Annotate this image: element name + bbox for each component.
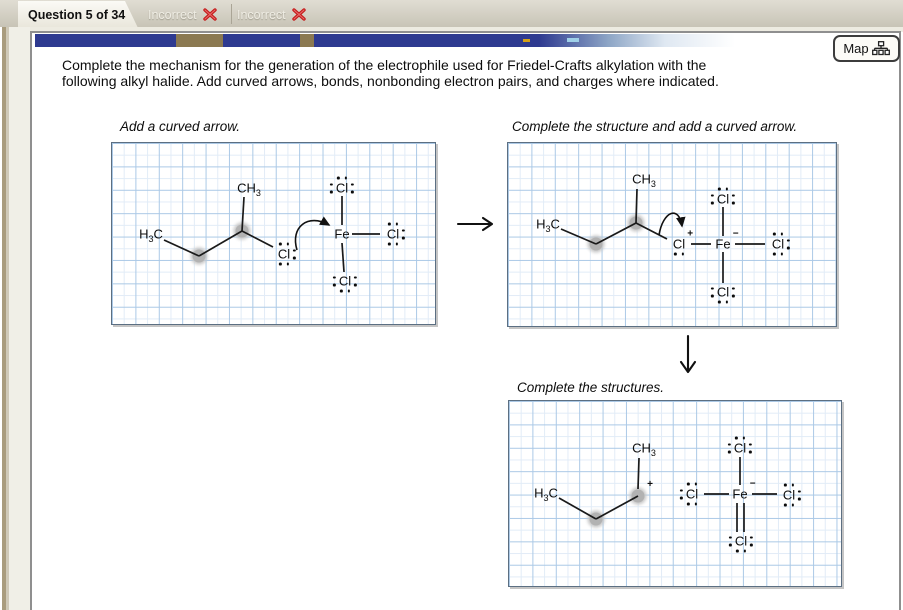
electron-dot-pair bbox=[687, 482, 697, 486]
map-button-label: Map bbox=[843, 41, 869, 56]
drawing-canvas-right[interactable]: H3C CH3 Cl + Fe − Cl Cl Cl bbox=[507, 142, 837, 327]
sitemap-icon bbox=[871, 41, 890, 56]
atom-label-fe-anion[interactable]: Fe − bbox=[715, 229, 738, 251]
atom-label-h3c[interactable]: H3C bbox=[536, 218, 560, 234]
atom-label-ch3[interactable]: CH3 bbox=[632, 442, 656, 458]
atom-label-cl[interactable]: Cl bbox=[710, 286, 735, 304]
toolbar-segment bbox=[300, 34, 314, 47]
atom-label-ch3[interactable]: CH3 bbox=[237, 182, 261, 198]
electron-dot-pair bbox=[337, 176, 347, 180]
atom-label-cl[interactable]: Cl bbox=[387, 222, 405, 246]
atom-label-cl[interactable]: Cl bbox=[728, 535, 753, 553]
screen: Question 5 of 34 Incorrect Incorrect Map bbox=[0, 0, 903, 610]
atom-vertex-highlight[interactable] bbox=[631, 489, 645, 503]
panel-label-left: Add a curved arrow. bbox=[120, 119, 241, 134]
tab-question[interactable]: Question 5 of 34 bbox=[18, 1, 138, 28]
toolbar-segment bbox=[176, 34, 223, 47]
electron-dot-pair bbox=[784, 483, 794, 487]
electron-dot-pair bbox=[728, 536, 732, 546]
panel-label-bottom: Complete the structures. bbox=[517, 380, 665, 395]
charge-plus: + bbox=[687, 228, 694, 240]
tab-bar: Question 5 of 34 Incorrect Incorrect bbox=[0, 0, 903, 29]
electron-dot-pair bbox=[750, 536, 753, 546]
electron-dot-pair bbox=[732, 194, 735, 204]
right-arrow bbox=[456, 216, 494, 232]
electron-dot-pair bbox=[798, 490, 801, 500]
red-x-icon bbox=[291, 8, 306, 21]
toolbar-segment bbox=[523, 39, 530, 42]
electron-dot-pair bbox=[710, 194, 714, 204]
atom-label-h3c[interactable]: H3C bbox=[534, 487, 558, 503]
atom-label-cl[interactable]: Cl bbox=[278, 242, 296, 266]
electron-dot-pair bbox=[279, 262, 289, 266]
tab-question-label: Question 5 of 34 bbox=[28, 7, 126, 22]
question-line-1: Complete the mechanism for the generatio… bbox=[62, 57, 707, 73]
tab-incorrect-2-label: Incorrect bbox=[237, 8, 286, 22]
atom-vertex-highlight[interactable] bbox=[589, 237, 603, 251]
atom-label-cl[interactable]: Cl bbox=[679, 482, 698, 506]
tab-incorrect-1-label: Incorrect bbox=[148, 8, 197, 22]
electron-dot-pair bbox=[279, 242, 289, 246]
electron-dot-pair bbox=[787, 239, 790, 249]
atom-label-cl[interactable]: Cl bbox=[727, 436, 752, 455]
panel-label-right: Complete the structure and add a curved … bbox=[512, 119, 798, 134]
electron-dot-pair bbox=[687, 502, 697, 506]
electron-dot-pair bbox=[388, 222, 398, 226]
tab-incorrect-1[interactable]: Incorrect bbox=[148, 3, 218, 27]
atom-label-cl-cation[interactable]: Cl + bbox=[673, 229, 693, 256]
electron-dot-pair bbox=[749, 443, 752, 453]
electron-dot-pair bbox=[332, 276, 336, 286]
electron-dot-pair bbox=[402, 229, 405, 239]
atom-label-cl[interactable]: Cl bbox=[710, 187, 735, 206]
applet-toolbar bbox=[35, 34, 735, 47]
electron-dot-pair bbox=[329, 183, 333, 193]
atom-vertex-highlight[interactable] bbox=[589, 512, 603, 526]
curved-electron-arrow[interactable] bbox=[508, 143, 838, 328]
tab-incorrect-2[interactable]: Incorrect bbox=[237, 3, 307, 27]
left-gutter bbox=[0, 27, 30, 610]
atom-label-cl[interactable]: Cl bbox=[772, 232, 790, 256]
question-line-2: following alkyl halide. Add curved arrow… bbox=[62, 73, 719, 89]
electron-dot-pair bbox=[710, 287, 714, 297]
electron-dot-pair bbox=[351, 183, 354, 193]
charge-plus: + bbox=[647, 479, 653, 490]
atom-label-h3c[interactable]: H3C bbox=[139, 228, 163, 244]
charge-minus: − bbox=[732, 228, 739, 240]
drawing-canvas-left[interactable]: H3C CH3 Cl Fe Cl Cl Cl bbox=[111, 142, 436, 325]
electron-dot-pair bbox=[293, 249, 296, 259]
electron-dot-pair bbox=[718, 187, 728, 191]
charge-minus: − bbox=[749, 478, 756, 490]
electron-dot-pair bbox=[727, 443, 731, 453]
toolbar-segment bbox=[567, 38, 579, 42]
drawing-canvas-bottom[interactable]: H3C CH3 + Cl Fe − Cl Cl Cl bbox=[508, 400, 842, 587]
electron-dot-pair bbox=[732, 287, 735, 297]
atom-label-cl[interactable]: Cl bbox=[332, 275, 357, 293]
atom-label-fe[interactable]: Fe bbox=[334, 228, 349, 241]
bond-lines bbox=[560, 188, 765, 283]
atom-vertex-highlight[interactable] bbox=[629, 216, 643, 230]
electron-dot-pair bbox=[354, 276, 357, 286]
electron-dot-pair bbox=[784, 503, 794, 507]
atom-label-cl[interactable]: Cl bbox=[329, 176, 354, 195]
electron-dot-pair bbox=[674, 252, 684, 256]
electron-dot-pair bbox=[735, 436, 745, 440]
atom-vertex-highlight[interactable] bbox=[235, 224, 249, 238]
atom-vertex-highlight[interactable] bbox=[192, 249, 206, 263]
electron-dot-pair bbox=[388, 242, 398, 246]
tab-separator bbox=[231, 4, 232, 24]
atom-label-ch3[interactable]: CH3 bbox=[632, 173, 656, 189]
down-arrow bbox=[679, 334, 697, 374]
electron-dot-pair bbox=[773, 232, 783, 236]
question-text: Complete the mechanism for the generatio… bbox=[62, 57, 867, 89]
atom-label-fe-anion[interactable]: Fe − bbox=[732, 479, 755, 501]
red-x-icon bbox=[202, 8, 217, 21]
electron-dot-pair bbox=[773, 252, 783, 256]
atom-label-cl[interactable]: Cl bbox=[783, 483, 801, 507]
electron-dot-pair bbox=[718, 300, 728, 304]
electron-dot-pair bbox=[736, 549, 746, 553]
electron-dot-pair bbox=[679, 489, 683, 499]
electron-dot-pair bbox=[340, 289, 350, 293]
